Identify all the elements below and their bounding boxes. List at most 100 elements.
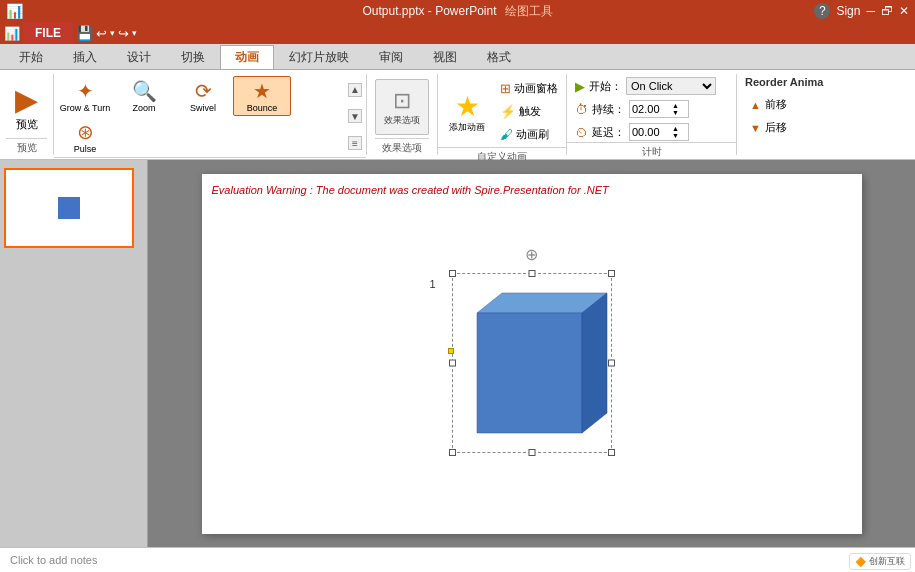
slide-thumbnail[interactable]: 1 ★ bbox=[4, 168, 134, 248]
sign-label[interactable]: Sign bbox=[836, 4, 860, 18]
notes-placeholder: Click to add notes bbox=[10, 554, 97, 566]
swivel-icon: ⟳ bbox=[195, 79, 212, 103]
save-button[interactable]: 💾 bbox=[76, 25, 93, 41]
eval-warning: Evaluation Warning : The document was cr… bbox=[212, 184, 609, 196]
duration-up[interactable]: ▲ bbox=[672, 102, 679, 109]
duration-label: 持续： bbox=[592, 102, 625, 117]
duration-down[interactable]: ▼ bbox=[672, 109, 679, 116]
ribbon-tabs: 开始 插入 设计 切换 动画 幻灯片放映 审阅 视图 格式 bbox=[0, 44, 915, 70]
mini-cube bbox=[58, 197, 80, 219]
effect-options-label: 效果选项 bbox=[384, 114, 420, 127]
pulse-icon: ⊛ bbox=[77, 120, 94, 144]
animation-brush-button[interactable]: 🖌 动画刷 bbox=[496, 124, 562, 145]
tab-animations[interactable]: 动画 bbox=[220, 45, 274, 69]
start-icon: ▶ bbox=[575, 79, 585, 94]
move-earlier-label: 前移 bbox=[765, 97, 787, 112]
watermark-icon: 🔶 bbox=[855, 557, 866, 567]
tools-label: 绘图工具 bbox=[505, 3, 553, 20]
tab-home[interactable]: 开始 bbox=[4, 45, 58, 69]
pane-label: 动画窗格 bbox=[514, 81, 558, 96]
pulse-label: Pulse bbox=[74, 144, 97, 154]
move-later-icon: ▼ bbox=[750, 122, 761, 134]
scroll-down-button[interactable]: ▼ bbox=[348, 109, 362, 123]
move-later-button[interactable]: ▼ 后移 bbox=[745, 117, 907, 138]
tab-format[interactable]: 格式 bbox=[472, 45, 526, 69]
title-bar: 📊 Output.pptx - PowerPoint 绘图工具 ? Sign ─… bbox=[0, 0, 915, 22]
preview-label: 预览 bbox=[16, 117, 38, 132]
add-animation-icon: ★ bbox=[455, 90, 480, 123]
move-earlier-icon: ▲ bbox=[750, 99, 761, 111]
anim-item-zoom[interactable]: 🔍 Zoom bbox=[115, 76, 173, 116]
start-label: 开始： bbox=[589, 79, 622, 94]
delay-input[interactable] bbox=[630, 125, 672, 139]
svg-marker-1 bbox=[477, 313, 582, 433]
brush-label: 动画刷 bbox=[516, 127, 549, 142]
tab-slideshow[interactable]: 幻灯片放映 bbox=[274, 45, 364, 69]
anim-item-pulse[interactable]: ⊛ Pulse bbox=[56, 117, 114, 157]
svg-marker-2 bbox=[582, 293, 607, 433]
start-select[interactable]: On Click bbox=[626, 77, 716, 95]
slide-canvas[interactable]: Evaluation Warning : The document was cr… bbox=[202, 174, 862, 534]
file-title: Output.pptx - PowerPoint bbox=[362, 4, 496, 18]
close-button[interactable]: ✕ bbox=[899, 4, 909, 18]
timing-group-label: 计时 bbox=[567, 142, 736, 159]
undo-dropdown[interactable]: ▾ bbox=[110, 28, 115, 38]
handle-tr[interactable] bbox=[608, 270, 615, 277]
bounce-label: Bounce bbox=[247, 103, 278, 113]
brush-icon: 🖌 bbox=[500, 127, 513, 142]
add-animation-button[interactable]: ★ 添加动画 bbox=[446, 87, 488, 136]
delay-up[interactable]: ▲ bbox=[672, 125, 679, 132]
cube-wrapper[interactable]: ⊕ 1 bbox=[452, 273, 612, 453]
tab-view[interactable]: 视图 bbox=[418, 45, 472, 69]
main-area: 1 ★ Evaluation Warning : The document wa… bbox=[0, 160, 915, 547]
delay-label: 延迟： bbox=[592, 125, 625, 140]
delay-icon: ⏲ bbox=[575, 125, 588, 140]
tab-transitions[interactable]: 切换 bbox=[166, 45, 220, 69]
reorder-title: Reorder Anima bbox=[745, 76, 907, 88]
pane-icon: ⊞ bbox=[500, 81, 511, 96]
undo-button[interactable]: ↩ bbox=[96, 26, 107, 41]
animation-pane-button[interactable]: ⊞ 动画窗格 bbox=[496, 78, 562, 99]
canvas-area: Evaluation Warning : The document was cr… bbox=[148, 160, 915, 547]
anim-item-grow-turn[interactable]: ✦ Grow & Turn bbox=[56, 76, 114, 116]
quick-access-toolbar: 📊 FILE 💾 ↩ ▾ ↪ ▾ bbox=[0, 22, 915, 44]
handle-tl[interactable] bbox=[449, 270, 456, 277]
preview-icon: ▶ bbox=[15, 82, 38, 117]
effect-options-icon: ⊡ bbox=[393, 88, 411, 114]
app-icon: 📊 bbox=[6, 3, 23, 19]
handle-tm[interactable] bbox=[528, 270, 535, 277]
tab-review[interactable]: 审阅 bbox=[364, 45, 418, 69]
preview-group-label: 预览 bbox=[6, 138, 47, 155]
rotate-handle[interactable]: ⊕ bbox=[525, 245, 538, 264]
add-animation-label: 添加动画 bbox=[449, 123, 485, 133]
trigger-button[interactable]: ⚡ 触发 bbox=[496, 101, 562, 122]
anim-item-bounce[interactable]: ★ Bounce bbox=[233, 76, 291, 116]
move-earlier-button[interactable]: ▲ 前移 bbox=[745, 94, 907, 115]
more-animations-button[interactable]: ≡ bbox=[348, 136, 362, 150]
minimize-button[interactable]: ─ bbox=[866, 4, 875, 18]
tab-design[interactable]: 设计 bbox=[112, 45, 166, 69]
trigger-label: 触发 bbox=[519, 104, 541, 119]
file-tab[interactable]: FILE bbox=[23, 22, 73, 44]
bounce-icon: ★ bbox=[253, 79, 271, 103]
preview-button[interactable]: ▶ 预览 bbox=[6, 77, 47, 137]
move-later-label: 后移 bbox=[765, 120, 787, 135]
restore-button[interactable]: 🗗 bbox=[881, 4, 893, 18]
effect-options-button[interactable]: ⊡ 效果选项 bbox=[375, 79, 429, 135]
delay-down[interactable]: ▼ bbox=[672, 132, 679, 139]
grow-turn-label: Grow & Turn bbox=[60, 103, 111, 113]
scroll-up-button[interactable]: ▲ bbox=[348, 83, 362, 97]
zoom-icon: 🔍 bbox=[132, 79, 157, 103]
effect-group-label: 效果选项 bbox=[375, 138, 429, 155]
tab-insert[interactable]: 插入 bbox=[58, 45, 112, 69]
customize-qat[interactable]: ▾ bbox=[132, 28, 137, 38]
redo-button[interactable]: ↪ bbox=[118, 26, 129, 41]
swivel-label: Swivel bbox=[190, 103, 216, 113]
duration-icon: ⏱ bbox=[575, 102, 588, 117]
grow-turn-icon: ✦ bbox=[77, 79, 94, 103]
cube-svg bbox=[452, 278, 612, 453]
help-button[interactable]: ? bbox=[814, 3, 830, 19]
duration-input[interactable] bbox=[630, 102, 672, 116]
anim-item-swivel[interactable]: ⟳ Swivel bbox=[174, 76, 232, 116]
notes-area[interactable]: Click to add notes 🔶 创新互联 bbox=[0, 547, 915, 572]
